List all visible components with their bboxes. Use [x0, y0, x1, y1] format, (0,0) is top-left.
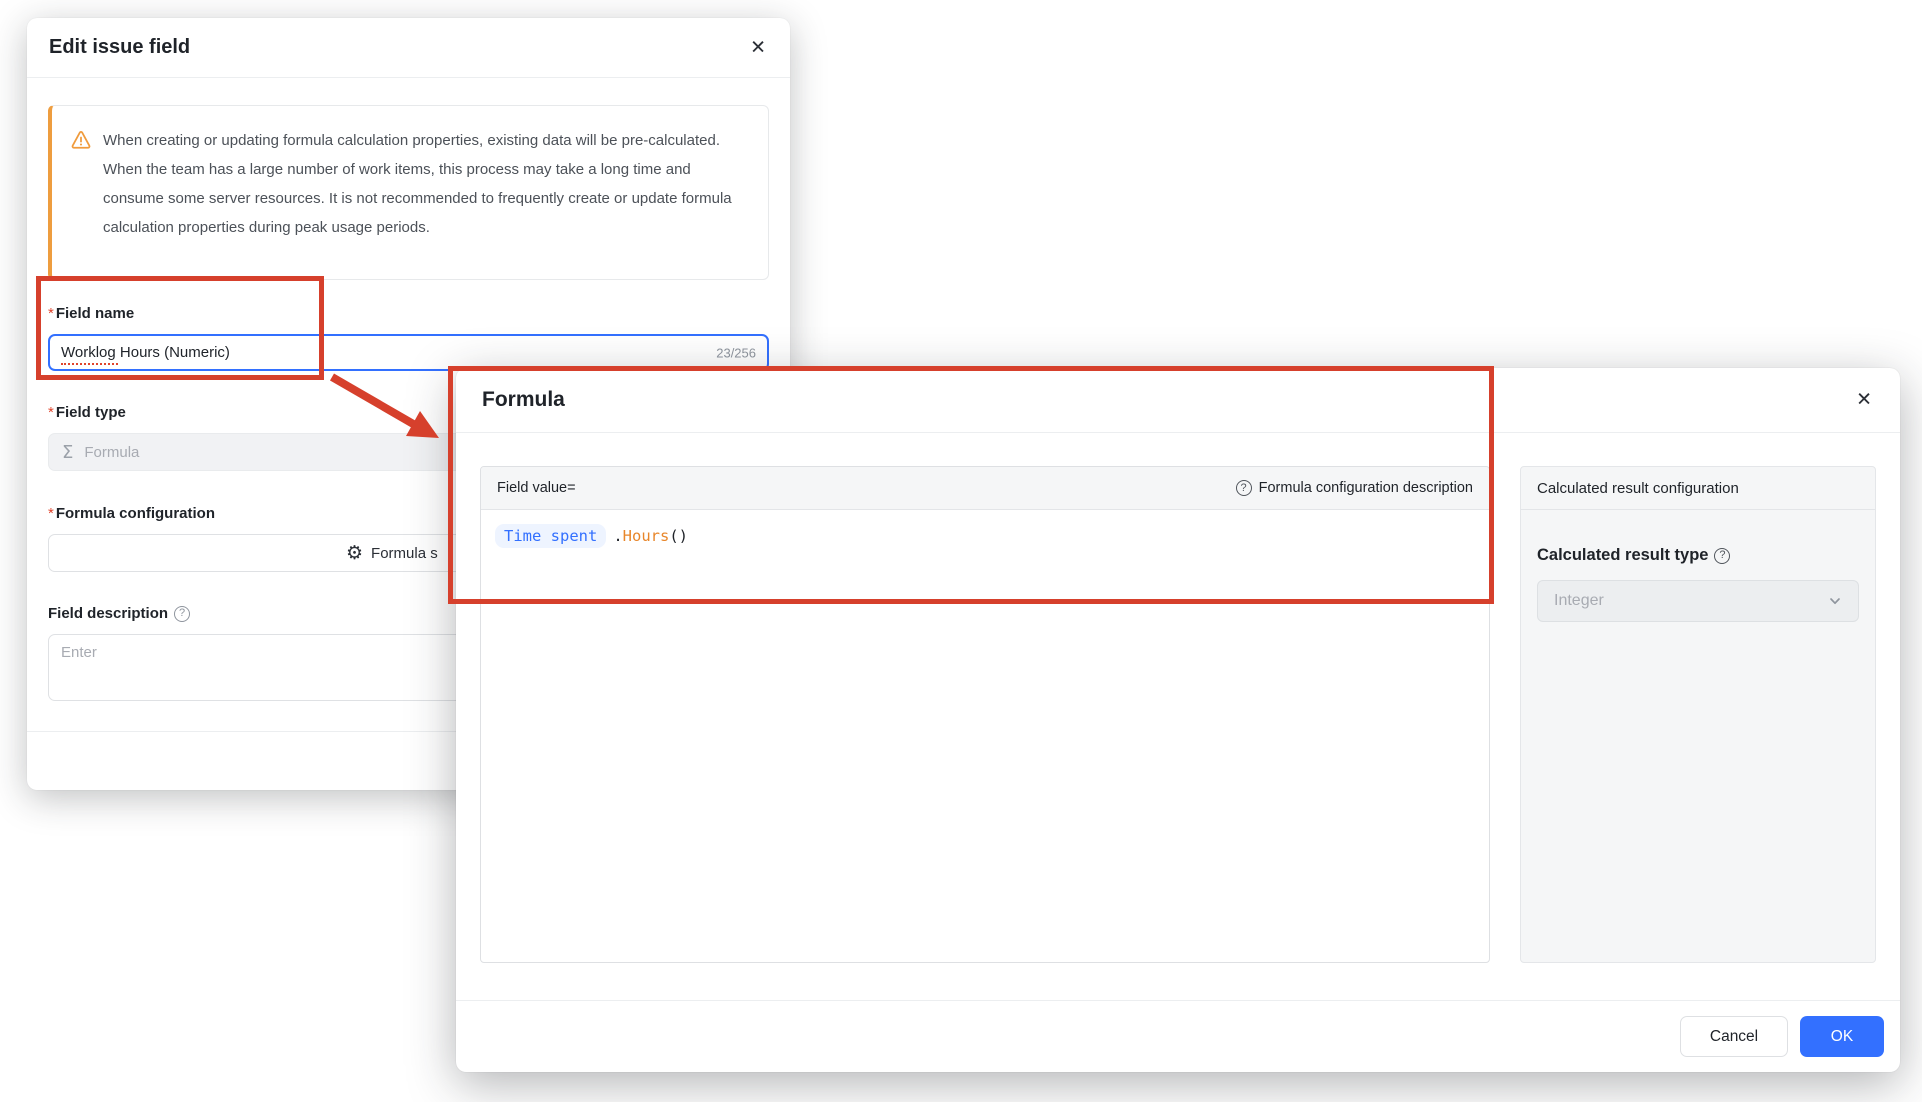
cancel-button[interactable]: Cancel — [1680, 1016, 1788, 1057]
close-icon[interactable]: ✕ — [1856, 391, 1872, 410]
method-token-hours: Hours — [622, 527, 670, 545]
formula-modal-header: Formula ✕ — [456, 368, 1900, 433]
help-icon[interactable]: ? — [1714, 547, 1731, 564]
char-counter: 23/256 — [716, 345, 756, 360]
field-name-input-wrap: 23/256 — [48, 334, 769, 371]
field-value-label: Field value= — [497, 480, 576, 496]
gear-icon: ⚙ — [346, 541, 364, 564]
result-type-value: Integer — [1554, 592, 1604, 609]
formula-modal: Formula ✕ Field value= ? Formula configu… — [456, 368, 1900, 1072]
close-icon[interactable]: ✕ — [750, 38, 766, 57]
formula-editor-panel: Field value= ? Formula configuration des… — [480, 466, 1490, 963]
formula-editor-header: Field value= ? Formula configuration des… — [481, 467, 1489, 510]
parens-token: () — [669, 527, 689, 545]
chevron-down-icon — [1830, 598, 1840, 605]
formula-modal-title: Formula — [482, 388, 565, 411]
sigma-icon: Σ — [62, 441, 74, 463]
required-asterisk: * — [48, 305, 54, 322]
dot-token: . — [613, 527, 623, 545]
required-asterisk: * — [48, 404, 54, 421]
formula-modal-body: Field value= ? Formula configuration des… — [456, 433, 1900, 963]
required-asterisk: * — [48, 505, 54, 522]
calculated-result-type-label: Calculated result type ? — [1537, 546, 1859, 565]
calculated-result-header: Calculated result configuration — [1521, 467, 1875, 510]
field-type-value: Formula — [84, 443, 140, 461]
warning-triangle-icon — [71, 131, 91, 149]
formula-settings-button-label: Formula s — [371, 544, 438, 562]
formula-code-editor[interactable]: Time spent . Hours() — [481, 510, 1489, 962]
formula-configuration-description-link[interactable]: ? Formula configuration description — [1235, 480, 1473, 496]
help-icon[interactable]: ? — [174, 605, 191, 622]
field-name-input[interactable] — [48, 334, 769, 371]
result-type-select: Integer — [1537, 580, 1859, 622]
ok-button[interactable]: OK — [1800, 1016, 1884, 1057]
warning-banner: When creating or updating formula calcul… — [48, 105, 769, 280]
edit-modal-header: Edit issue field ✕ — [27, 18, 790, 78]
warning-text: When creating or updating formula calcul… — [103, 132, 732, 236]
formula-code-line: Time spent . Hours() — [495, 524, 1475, 548]
spellcheck-underline — [61, 361, 118, 365]
field-name-label: * Field name — [48, 305, 135, 322]
formula-modal-footer: Cancel OK — [456, 1000, 1900, 1072]
calculated-result-panel: Calculated result configuration Calculat… — [1520, 466, 1876, 963]
screenshot-stage: Edit issue field ✕ When creating or upda… — [0, 0, 1922, 1102]
field-token-time-spent: Time spent — [495, 524, 607, 548]
edit-modal-title: Edit issue field — [49, 36, 191, 58]
help-icon: ? — [1235, 480, 1252, 496]
